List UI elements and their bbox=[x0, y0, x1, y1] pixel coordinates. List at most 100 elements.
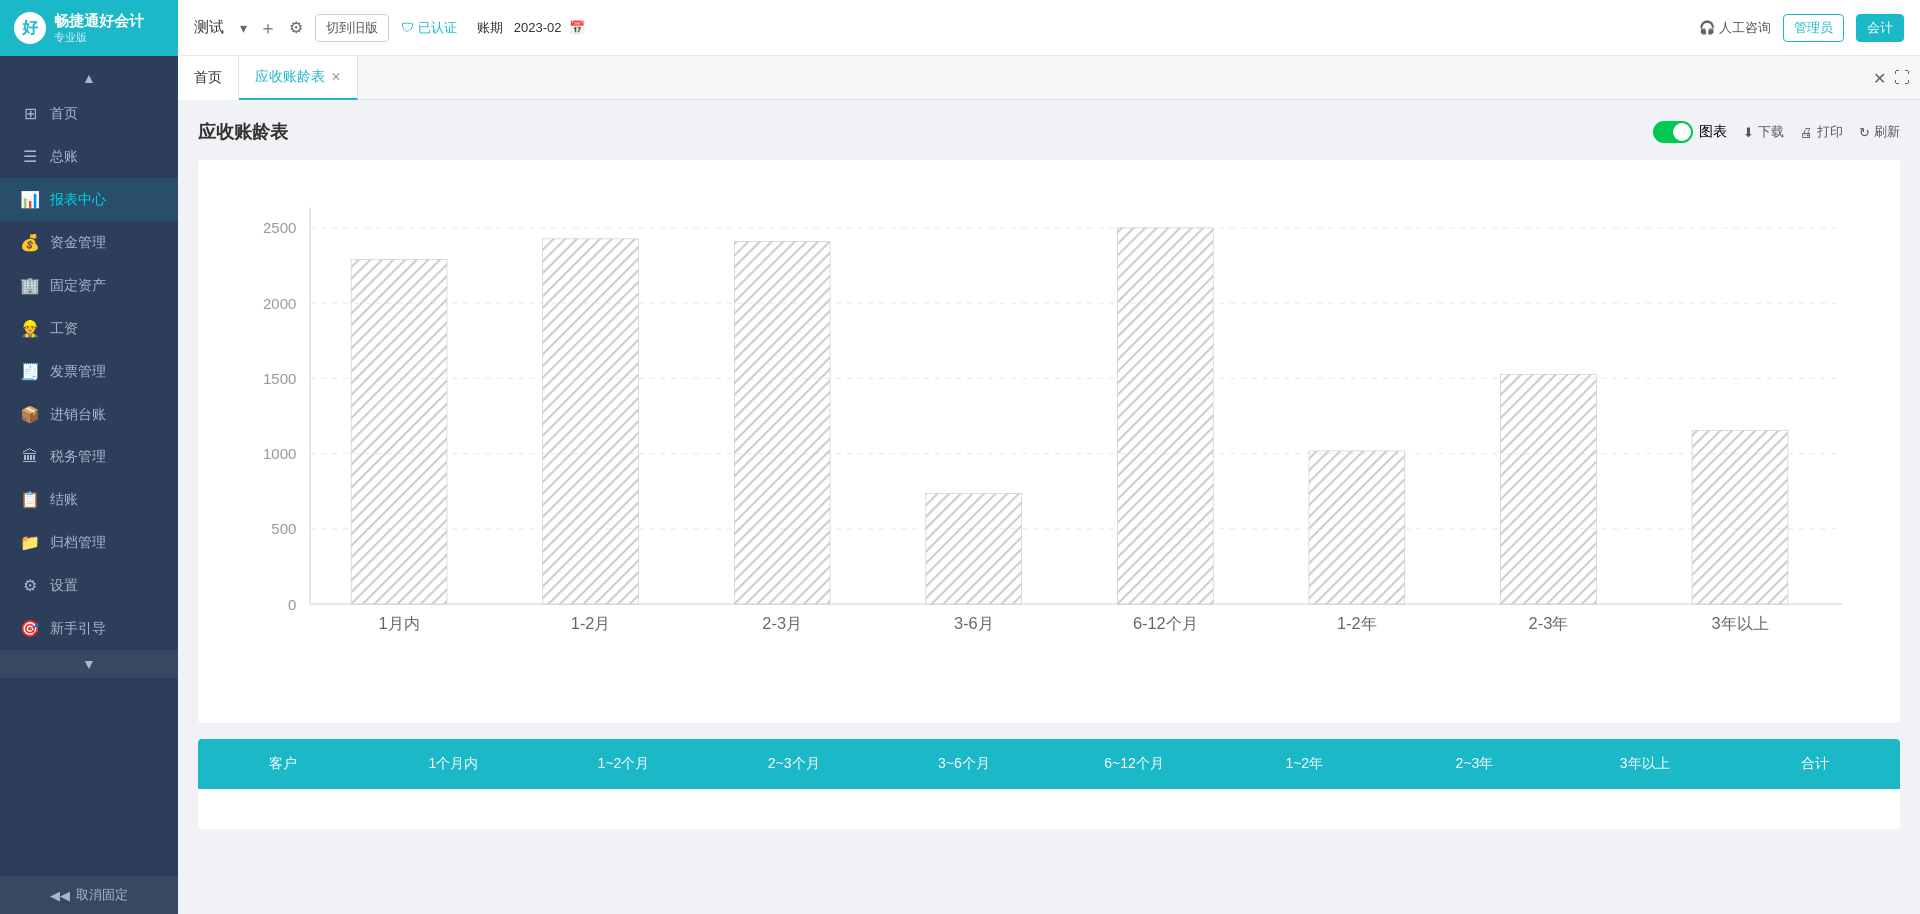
col-1-2month: 1~2个月 bbox=[538, 739, 708, 789]
guide-icon: 🎯 bbox=[20, 619, 40, 638]
sidebar-item-label: 税务管理 bbox=[50, 448, 106, 466]
bar-3-6月 bbox=[926, 493, 1022, 604]
invoice-icon: 🧾 bbox=[20, 362, 40, 381]
archive-icon: 📁 bbox=[20, 533, 40, 552]
workspace-settings-btn[interactable]: ⚙ bbox=[289, 18, 303, 37]
table-body bbox=[198, 789, 1900, 829]
col-6-12month: 6~12个月 bbox=[1049, 739, 1219, 789]
sidebar-item-payroll[interactable]: 👷 工资 bbox=[0, 307, 178, 350]
ledger-icon: ☰ bbox=[20, 147, 40, 166]
logo-icon: 好 bbox=[14, 12, 46, 44]
svg-text:1-2月: 1-2月 bbox=[571, 614, 611, 632]
svg-text:1000: 1000 bbox=[263, 445, 296, 462]
user-btn[interactable]: 管理员 bbox=[1783, 14, 1844, 42]
page-header: 应收账龄表 图表 ⬇ 下载 🖨 打印 ↻ 刷新 bbox=[198, 120, 1900, 144]
workspace-dropdown-icon[interactable]: ▾ bbox=[240, 20, 247, 36]
svg-text:6-12个月: 6-12个月 bbox=[1133, 614, 1198, 632]
svg-text:1-2年: 1-2年 bbox=[1337, 614, 1377, 632]
svg-text:2000: 2000 bbox=[263, 295, 296, 312]
bar-2-3月 bbox=[734, 242, 830, 605]
refresh-btn[interactable]: ↻ 刷新 bbox=[1859, 123, 1900, 141]
sidebar-item-home[interactable]: ⊞ 首页 bbox=[0, 92, 178, 135]
sidebar-item-inventory[interactable]: 📦 进销台账 bbox=[0, 393, 178, 436]
tab-close-btn[interactable]: ✕ bbox=[1873, 68, 1886, 87]
tab-close-icon[interactable]: ✕ bbox=[331, 70, 341, 84]
assets-icon: 🏢 bbox=[20, 276, 40, 295]
sidebar-item-label: 固定资产 bbox=[50, 277, 106, 295]
svg-text:3-6月: 3-6月 bbox=[954, 614, 994, 632]
table-container: 客户 1个月内 1~2个月 2~3个月 3~6个月 6~12个月 1~2年 2~… bbox=[198, 739, 1900, 829]
print-btn[interactable]: 🖨 打印 bbox=[1800, 123, 1843, 141]
bar-chart: 0 500 1000 1500 2000 2500 1月内 1-2月 bbox=[228, 180, 1870, 700]
topbar: 测试 ▾ ＋ ⚙ 切到旧版 🛡 已认证 账期 2023-02 📅 🎧 人工咨询 … bbox=[178, 0, 1920, 56]
sidebar-item-label: 工资 bbox=[50, 320, 78, 338]
page-actions: 图表 ⬇ 下载 🖨 打印 ↻ 刷新 bbox=[1653, 121, 1900, 143]
svg-text:2-3月: 2-3月 bbox=[762, 614, 802, 632]
chart-toggle[interactable] bbox=[1653, 121, 1693, 143]
sidebar-item-label: 进销台账 bbox=[50, 406, 106, 424]
svg-text:2-3年: 2-3年 bbox=[1529, 614, 1569, 632]
bar-1-2月 bbox=[543, 239, 639, 604]
sidebar-item-assets[interactable]: 🏢 固定资产 bbox=[0, 264, 178, 307]
tab-receivable-aging[interactable]: 应收账龄表 ✕ bbox=[239, 56, 358, 100]
shield-icon: 🛡 bbox=[401, 20, 414, 35]
bar-6-12月 bbox=[1117, 228, 1213, 604]
download-btn[interactable]: ⬇ 下载 bbox=[1743, 123, 1784, 141]
sidebar-item-label: 资金管理 bbox=[50, 234, 106, 252]
sidebar-item-funds[interactable]: 💰 资金管理 bbox=[0, 221, 178, 264]
workspace-title: 测试 bbox=[194, 18, 224, 37]
funds-icon: 💰 bbox=[20, 233, 40, 252]
col-2-3year: 2~3年 bbox=[1389, 739, 1559, 789]
unpin-icon: ◀◀ bbox=[50, 888, 70, 903]
sidebar-item-invoice[interactable]: 🧾 发票管理 bbox=[0, 350, 178, 393]
old-version-btn[interactable]: 切到旧版 bbox=[315, 14, 389, 42]
col-2-3month: 2~3个月 bbox=[709, 739, 879, 789]
download-icon: ⬇ bbox=[1743, 125, 1754, 140]
download-label: 下载 bbox=[1758, 123, 1784, 141]
consult-btn[interactable]: 🎧 人工咨询 bbox=[1699, 19, 1771, 37]
svg-text:3年以上: 3年以上 bbox=[1711, 614, 1768, 632]
sidebar-item-archive[interactable]: 📁 归档管理 bbox=[0, 521, 178, 564]
scroll-up-btn[interactable]: ▲ bbox=[0, 64, 178, 92]
col-1-2year: 1~2年 bbox=[1219, 739, 1389, 789]
period-value: 2023-02 bbox=[514, 20, 562, 35]
bar-3年以上 bbox=[1692, 430, 1788, 604]
sidebar-item-tax[interactable]: 🏛 税务管理 bbox=[0, 436, 178, 478]
toggle-knob bbox=[1673, 123, 1691, 141]
svg-text:1500: 1500 bbox=[263, 370, 296, 387]
app-version: 专业版 bbox=[54, 30, 144, 45]
home-icon: ⊞ bbox=[20, 104, 40, 123]
period-label: 账期 2023-02 📅 bbox=[477, 19, 585, 37]
app-name: 畅捷通好会计 bbox=[54, 12, 144, 30]
close-period-icon: 📋 bbox=[20, 490, 40, 509]
col-3year-plus: 3年以上 bbox=[1560, 739, 1730, 789]
sidebar-nav: ▲ ⊞ 首页 ☰ 总账 📊 报表中心 💰 资金管理 🏢 固定资产 👷 工资 🧾 … bbox=[0, 56, 178, 876]
col-customer: 客户 bbox=[198, 739, 368, 789]
col-total: 合计 bbox=[1730, 739, 1900, 789]
sidebar-item-guide[interactable]: 🎯 新手引导 bbox=[0, 607, 178, 650]
tab-home-label: 首页 bbox=[194, 69, 222, 87]
role-btn[interactable]: 会计 bbox=[1856, 14, 1904, 42]
chart-container: 0 500 1000 1500 2000 2500 1月内 1-2月 bbox=[198, 160, 1900, 723]
sidebar-item-close[interactable]: 📋 结账 bbox=[0, 478, 178, 521]
refresh-label: 刷新 bbox=[1874, 123, 1900, 141]
scroll-down-btn[interactable]: ▼ bbox=[0, 650, 178, 678]
sidebar-item-label: 结账 bbox=[50, 491, 78, 509]
svg-text:1月内: 1月内 bbox=[378, 614, 419, 632]
consult-label: 人工咨询 bbox=[1719, 19, 1771, 37]
tab-home[interactable]: 首页 bbox=[178, 56, 239, 100]
cancel-fixed-btn[interactable]: ◀◀ 取消固定 bbox=[0, 876, 178, 914]
bar-1月内 bbox=[351, 259, 447, 604]
sidebar-item-reports[interactable]: 📊 报表中心 bbox=[0, 178, 178, 221]
sidebar-item-label: 新手引导 bbox=[50, 620, 106, 638]
col-3-6month: 3~6个月 bbox=[879, 739, 1049, 789]
tab-expand-btn[interactable]: ⛶ bbox=[1894, 68, 1910, 87]
sidebar: 好 畅捷通好会计 专业版 ▲ ⊞ 首页 ☰ 总账 📊 报表中心 💰 资金管理 🏢… bbox=[0, 0, 178, 914]
page-title: 应收账龄表 bbox=[198, 120, 288, 144]
sidebar-item-ledger[interactable]: ☰ 总账 bbox=[0, 135, 178, 178]
add-workspace-btn[interactable]: ＋ bbox=[259, 16, 277, 40]
sidebar-item-label: 总账 bbox=[50, 148, 78, 166]
bar-2-3年 bbox=[1501, 374, 1597, 604]
main-area: 测试 ▾ ＋ ⚙ 切到旧版 🛡 已认证 账期 2023-02 📅 🎧 人工咨询 … bbox=[178, 0, 1920, 914]
sidebar-item-settings[interactable]: ⚙ 设置 bbox=[0, 564, 178, 607]
